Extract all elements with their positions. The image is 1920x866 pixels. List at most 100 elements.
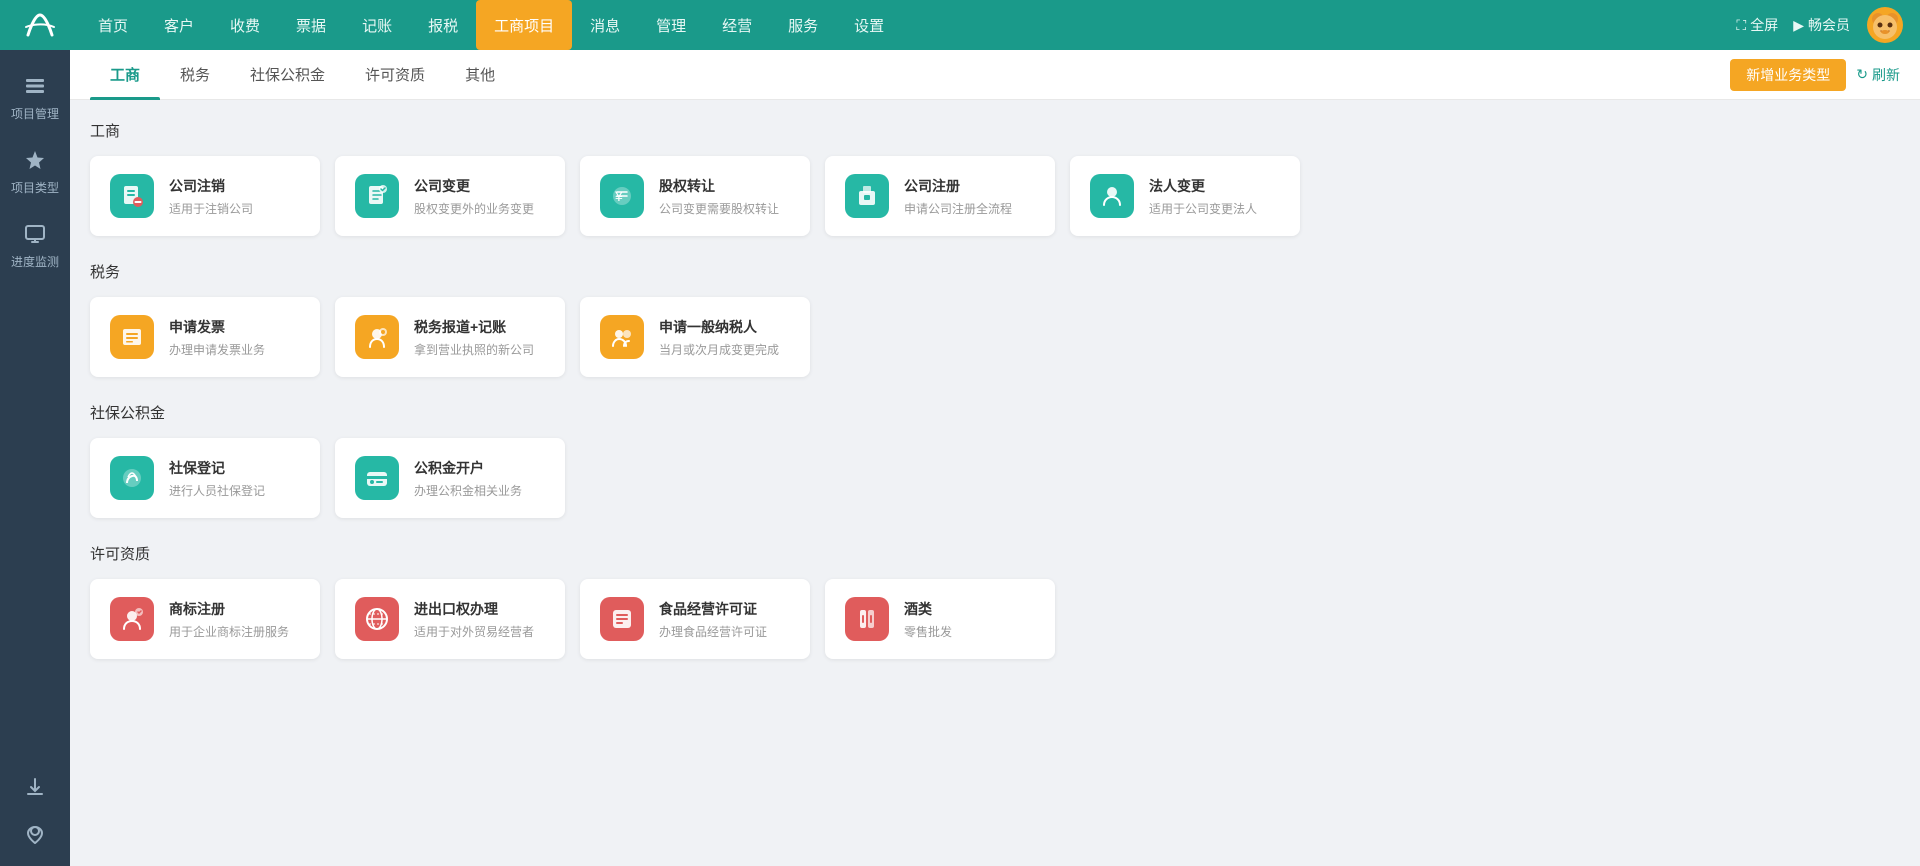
card-icon-general-taxpayer: [600, 315, 644, 359]
card-general-taxpayer[interactable]: 申请一般纳税人 当月或次月成变更完成: [580, 297, 810, 377]
section-title-social: 社保公积金: [90, 402, 1900, 423]
card-icon-tax-accounting: [355, 315, 399, 359]
card-text-trademark: 商标注册 用于企业商标注册服务: [169, 599, 289, 640]
card-text-tax-accounting: 税务报道+记账 拿到营业执照的新公司: [414, 317, 534, 358]
nav-customer[interactable]: 客户: [146, 0, 212, 50]
scrollable-content[interactable]: 工商 公司注销 适用于注销公司: [70, 100, 1920, 866]
refresh-icon: ↻: [1856, 66, 1868, 83]
card-import-export[interactable]: 进出口权办理 适用于对外贸易经营者: [335, 579, 565, 659]
card-title-company-change: 公司变更: [414, 176, 534, 196]
tab-social-fund[interactable]: 社保公积金: [230, 50, 345, 100]
card-title-equity-transfer: 股权转让: [659, 176, 779, 196]
card-invoice-apply[interactable]: 申请发票 办理申请发票业务: [90, 297, 320, 377]
nav-industrial[interactable]: 工商项目: [476, 0, 572, 50]
card-icon-food-license: [600, 597, 644, 641]
sidebar-item-project-manage[interactable]: 项目管理: [0, 60, 70, 134]
nav-right-area: ⛶ 全屏 ▶ 畅会员: [1736, 5, 1905, 45]
card-title-company-register: 公司注册: [904, 176, 1012, 196]
card-icon-equity-transfer: ¥: [600, 174, 644, 218]
card-text-alcohol: 酒类 零售批发: [904, 599, 952, 640]
fullscreen-icon: ⛶: [1736, 17, 1746, 34]
sub-tabs-right: 新增业务类型 ↻ 刷新: [1730, 59, 1900, 91]
card-text-legal-change: 法人变更 适用于公司变更法人: [1149, 176, 1257, 217]
card-title-fund-account: 公积金开户: [414, 458, 522, 478]
nav-settings[interactable]: 设置: [836, 0, 902, 50]
card-text-company-register: 公司注册 申请公司注册全流程: [904, 176, 1012, 217]
card-food-license[interactable]: 食品经营许可证 办理食品经营许可证: [580, 579, 810, 659]
refresh-button[interactable]: ↻ 刷新: [1856, 65, 1900, 85]
sidebar-item-progress-monitor[interactable]: 进度监测: [0, 208, 70, 282]
card-icon-legal-change: [1090, 174, 1134, 218]
card-text-import-export: 进出口权办理 适用于对外贸易经营者: [414, 599, 534, 640]
nav-accounting[interactable]: 记账: [344, 0, 410, 50]
fullscreen-button[interactable]: ⛶ 全屏: [1736, 15, 1778, 35]
vip-button[interactable]: ▶ 畅会员: [1793, 15, 1850, 35]
card-desc-alcohol: 零售批发: [904, 623, 952, 640]
tab-tax[interactable]: 税务: [160, 50, 230, 100]
sidebar-location-button[interactable]: [0, 810, 70, 856]
user-avatar[interactable]: [1865, 5, 1905, 45]
card-text-equity-transfer: 股权转让 公司变更需要股权转让: [659, 176, 779, 217]
fullscreen-label: 全屏: [1750, 15, 1778, 35]
tab-others[interactable]: 其他: [445, 50, 515, 100]
card-title-invoice-apply: 申请发票: [169, 317, 265, 337]
sidebar: 项目管理 项目类型 进度监测: [0, 50, 70, 866]
card-icon-import-export: [355, 597, 399, 641]
cards-grid-social: 社保登记 进行人员社保登记 公积金开户: [90, 438, 1900, 518]
star-icon: [21, 146, 49, 174]
card-social-insurance[interactable]: 社保登记 进行人员社保登记: [90, 438, 320, 518]
nav-operation[interactable]: 经营: [704, 0, 770, 50]
card-desc-fund-account: 办理公积金相关业务: [414, 482, 522, 499]
monitor-icon: [21, 220, 49, 248]
nav-invoice[interactable]: 票据: [278, 0, 344, 50]
tab-industrial[interactable]: 工商: [90, 50, 160, 100]
card-text-company-change: 公司变更 股权变更外的业务变更: [414, 176, 534, 217]
cards-grid-license: 商标注册 用于企业商标注册服务 进出口权办理: [90, 579, 1900, 659]
card-company-cancel[interactable]: 公司注销 适用于注销公司: [90, 156, 320, 236]
card-icon-alcohol: [845, 597, 889, 641]
nav-manage[interactable]: 管理: [638, 0, 704, 50]
card-title-food-license: 食品经营许可证: [659, 599, 767, 619]
sidebar-item-project-type[interactable]: 项目类型: [0, 134, 70, 208]
add-type-button[interactable]: 新增业务类型: [1730, 59, 1846, 91]
card-title-alcohol: 酒类: [904, 599, 952, 619]
sidebar-label-project-manage: 项目管理: [11, 105, 59, 122]
card-title-import-export: 进出口权办理: [414, 599, 534, 619]
nav-message[interactable]: 消息: [572, 0, 638, 50]
card-title-company-cancel: 公司注销: [169, 176, 253, 196]
app-logo: [10, 7, 70, 43]
sidebar-download-button[interactable]: [0, 764, 70, 810]
card-alcohol[interactable]: 酒类 零售批发: [825, 579, 1055, 659]
card-desc-company-register: 申请公司注册全流程: [904, 200, 1012, 217]
sidebar-label-progress-monitor: 进度监测: [11, 253, 59, 270]
card-text-social-insurance: 社保登记 进行人员社保登记: [169, 458, 265, 499]
card-title-trademark: 商标注册: [169, 599, 289, 619]
card-desc-company-change: 股权变更外的业务变更: [414, 200, 534, 217]
card-desc-import-export: 适用于对外贸易经营者: [414, 623, 534, 640]
nav-service[interactable]: 服务: [770, 0, 836, 50]
card-title-tax-accounting: 税务报道+记账: [414, 317, 534, 337]
card-fund-account[interactable]: 公积金开户 办理公积金相关业务: [335, 438, 565, 518]
tab-license[interactable]: 许可资质: [345, 50, 445, 100]
card-text-food-license: 食品经营许可证 办理食品经营许可证: [659, 599, 767, 640]
section-title-tax: 税务: [90, 261, 1900, 282]
sub-tabs: 工商 税务 社保公积金 许可资质 其他 新增业务类型 ↻ 刷新: [70, 50, 1920, 100]
nav-tax[interactable]: 报税: [410, 0, 476, 50]
card-company-change[interactable]: 公司变更 股权变更外的业务变更: [335, 156, 565, 236]
card-icon-company-change: [355, 174, 399, 218]
card-icon-social-insurance: [110, 456, 154, 500]
card-company-register[interactable]: 公司注册 申请公司注册全流程: [825, 156, 1055, 236]
card-icon-fund-account: [355, 456, 399, 500]
card-desc-company-cancel: 适用于注销公司: [169, 200, 253, 217]
card-equity-transfer[interactable]: ¥ 股权转让 公司变更需要股权转让: [580, 156, 810, 236]
card-tax-accounting[interactable]: 税务报道+记账 拿到营业执照的新公司: [335, 297, 565, 377]
card-legal-change[interactable]: 法人变更 适用于公司变更法人: [1070, 156, 1300, 236]
card-title-social-insurance: 社保登记: [169, 458, 265, 478]
nav-fee[interactable]: 收费: [212, 0, 278, 50]
sidebar-bottom: [0, 764, 70, 866]
card-text-fund-account: 公积金开户 办理公积金相关业务: [414, 458, 522, 499]
card-trademark[interactable]: 商标注册 用于企业商标注册服务: [90, 579, 320, 659]
sidebar-label-project-type: 项目类型: [11, 179, 59, 196]
nav-home[interactable]: 首页: [80, 0, 146, 50]
card-icon-company-cancel: [110, 174, 154, 218]
